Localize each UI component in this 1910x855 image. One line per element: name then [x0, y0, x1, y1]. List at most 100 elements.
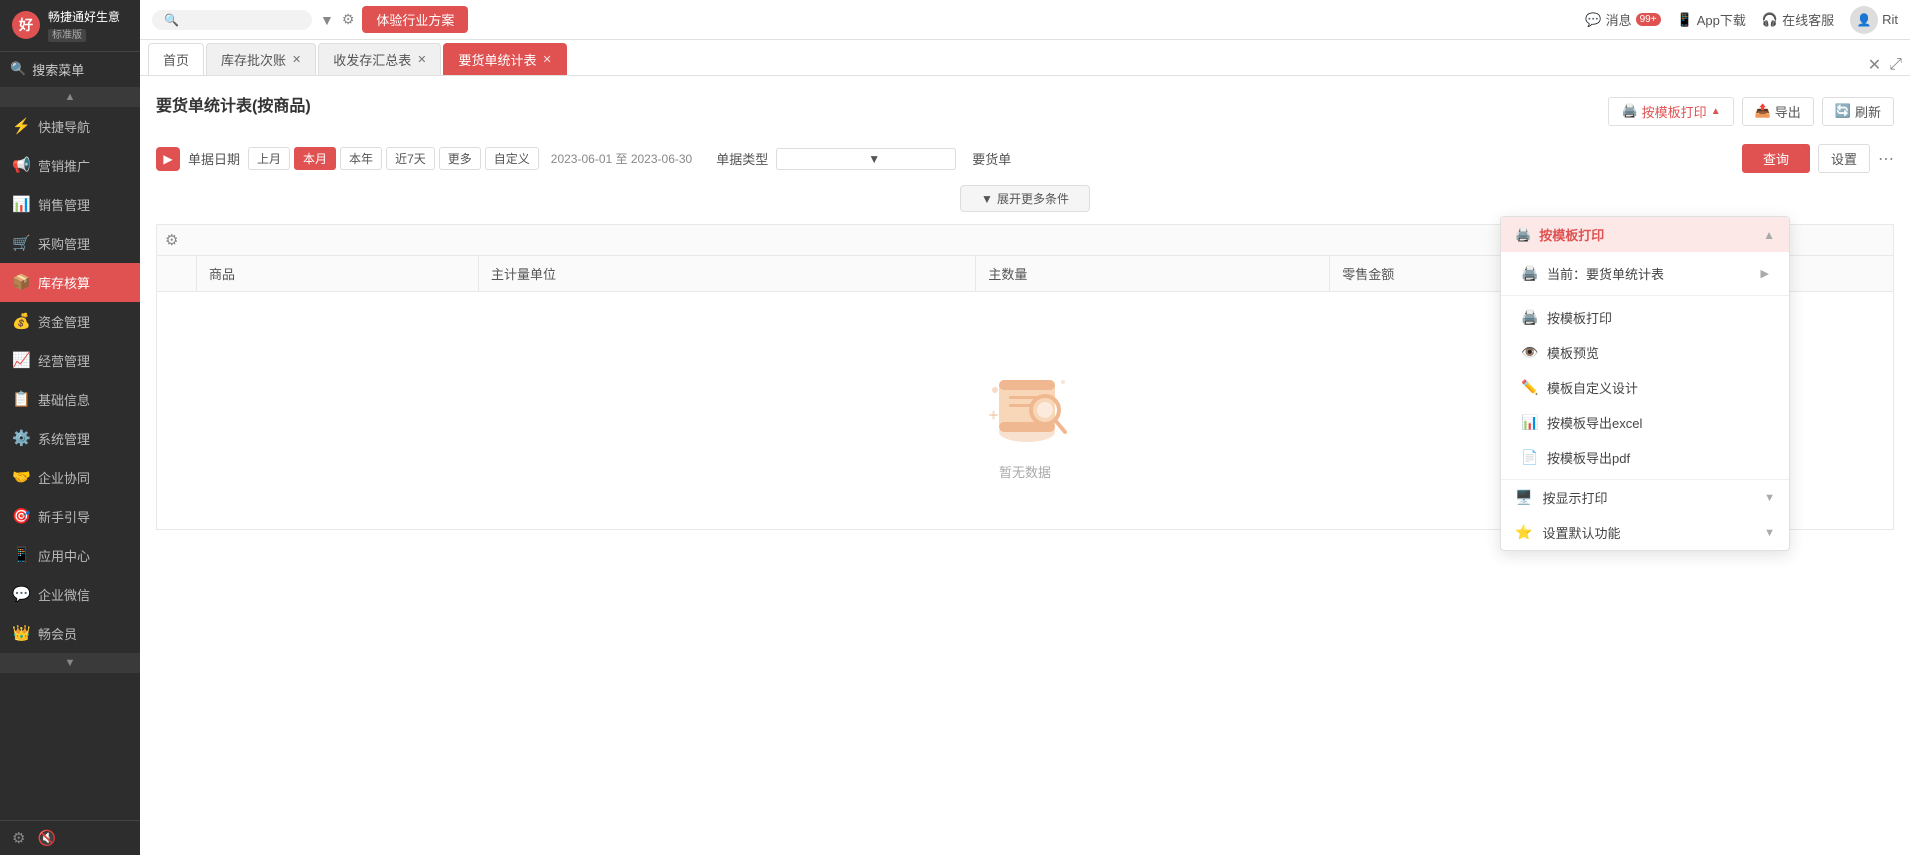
template-preview-icon: 👁️ — [1521, 344, 1537, 361]
wechat-icon: 💬 — [12, 585, 30, 603]
display-print-label: 按显示打印 — [1542, 488, 1607, 507]
app-download-item[interactable]: 📱 App下载 — [1677, 10, 1746, 29]
tab-receipt-summary[interactable]: 收发存汇总表 ✕ — [318, 43, 441, 75]
sidebar-item-label: 资金管理 — [38, 312, 90, 331]
topbar-settings-icon[interactable]: ⚙ — [342, 11, 355, 28]
sidebar-item-quick-nav[interactable]: ⚡ 快捷导航 — [0, 107, 140, 146]
main-area: 🔍 ▼ ⚙ 体验行业方案 💬 消息 99+ 📱 App下载 🎧 在线客服 — [140, 0, 1910, 855]
settings-bottom-icon[interactable]: ⚙ — [12, 829, 25, 847]
dropdown-item-label-3: 按模板导出excel — [1547, 413, 1642, 432]
tab-inventory-batch-close[interactable]: ✕ — [292, 53, 301, 66]
dropdown-current-item[interactable]: 🖨️ 当前：要货单统计表 ▶ — [1501, 256, 1789, 291]
messages-item[interactable]: 💬 消息 99+ — [1585, 10, 1660, 29]
date-btn-this-year[interactable]: 本年 — [340, 147, 382, 170]
query-btn[interactable]: 查询 — [1742, 144, 1810, 173]
dropdown-item-template-preview[interactable]: 👁️ 模板预览 — [1501, 335, 1789, 370]
mute-icon[interactable]: 🔇 — [37, 829, 56, 847]
topbar-search-box[interactable]: 🔍 — [152, 10, 312, 30]
dropdown-set-default[interactable]: ⭐ 设置默认功能 ▼ — [1501, 515, 1789, 550]
sidebar-item-finance[interactable]: 💰 资金管理 — [0, 302, 140, 341]
tab-right-controls: ✕ ⤢ — [1868, 55, 1902, 75]
filter-expand-btn[interactable]: ▶ — [156, 147, 180, 171]
app-name: 畅捷通好生意 — [48, 10, 120, 26]
set-default-arrow: ▼ — [1764, 527, 1775, 539]
display-print-icon: 🖥️ — [1515, 489, 1532, 506]
topbar-gear-icon[interactable]: ▼ — [320, 12, 334, 28]
tab-maximize-icon[interactable]: ⤢ — [1889, 56, 1902, 74]
search-icon: 🔍 — [10, 61, 26, 77]
sidebar-search[interactable]: 🔍 搜索菜单 — [0, 52, 140, 87]
column-settings-icon[interactable]: ⚙ — [165, 231, 178, 249]
expand-chevron-icon: ▼ — [981, 192, 993, 206]
dropdown-title-text: 按模板打印 — [1539, 225, 1604, 244]
dropdown-item-export-pdf[interactable]: 📄 按模板导出pdf — [1501, 440, 1789, 475]
more-options-icon[interactable]: ⋯ — [1878, 149, 1894, 169]
refresh-icon: 🔄 — [1835, 103, 1851, 119]
type-select[interactable]: ▼ — [776, 148, 956, 170]
refresh-btn[interactable]: 🔄 刷新 — [1822, 97, 1894, 126]
guide-icon: 🎯 — [12, 507, 30, 525]
date-btn-this-month[interactable]: 本月 — [294, 147, 336, 170]
tab-close-all-icon[interactable]: ✕ — [1868, 55, 1881, 75]
settings-btn[interactable]: 设置 — [1818, 144, 1870, 173]
empty-text: 暂无数据 — [999, 462, 1051, 481]
tab-order-stats[interactable]: 要货单统计表 ✕ — [443, 43, 566, 75]
dropdown-item-template-print[interactable]: 🖨️ 按模板打印 — [1501, 300, 1789, 335]
tab-receipt-summary-label: 收发存汇总表 — [333, 50, 411, 69]
th-checkbox — [157, 256, 197, 292]
sidebar-item-purchase[interactable]: 🛒 采购管理 — [0, 224, 140, 263]
sidebar-item-guide[interactable]: 🎯 新手引导 — [0, 497, 140, 536]
sidebar-item-basic[interactable]: 📋 基础信息 — [0, 380, 140, 419]
dropdown-item-template-custom[interactable]: ✏️ 模板自定义设计 — [1501, 370, 1789, 405]
basic-icon: 📋 — [12, 390, 30, 408]
topbar-right: 💬 消息 99+ 📱 App下载 🎧 在线客服 👤 Rit — [1585, 6, 1898, 34]
online-service-item[interactable]: 🎧 在线客服 — [1762, 10, 1834, 29]
date-btn-more[interactable]: 更多 — [439, 147, 481, 170]
sidebar-item-sales[interactable]: 📊 销售管理 — [0, 185, 140, 224]
marketing-icon: 📢 — [12, 156, 30, 174]
topbar: 🔍 ▼ ⚙ 体验行业方案 💬 消息 99+ 📱 App下载 🎧 在线客服 — [140, 0, 1910, 40]
date-btn-custom[interactable]: 自定义 — [485, 147, 539, 170]
sidebar-item-collab[interactable]: 🤝 企业协同 — [0, 458, 140, 497]
sidebar-item-label: 营销推广 — [38, 156, 90, 175]
tab-inventory-batch[interactable]: 库存批次账 ✕ — [206, 43, 316, 75]
dropdown-item-label-0: 按模板打印 — [1547, 308, 1612, 327]
th-unit: 主计量单位 — [478, 256, 975, 292]
print-chevron-up-icon: ▲ — [1711, 106, 1721, 117]
tab-receipt-summary-close[interactable]: ✕ — [417, 53, 426, 66]
sidebar-item-member[interactable]: 👑 畅会员 — [0, 614, 140, 653]
sidebar-item-label: 销售管理 — [38, 195, 90, 214]
topbar-left: 🔍 ▼ ⚙ 体验行业方案 — [152, 6, 468, 33]
sidebar-item-inventory[interactable]: 📦 库存核算 — [0, 263, 140, 302]
sidebar-item-label: 应用中心 — [38, 546, 90, 565]
set-default-icon: ⭐ — [1515, 524, 1532, 541]
type-filter-label: 单据类型 — [716, 149, 768, 168]
export-btn[interactable]: 📤 导出 — [1742, 97, 1814, 126]
sidebar-scroll-down[interactable]: ▼ — [0, 653, 140, 673]
sidebar-item-wechat[interactable]: 💬 企业微信 — [0, 575, 140, 614]
dropdown-display-print[interactable]: 🖥️ 按显示打印 ▼ — [1501, 480, 1789, 515]
template-print-btn[interactable]: 🖨️ 按模板打印 ▲ — [1608, 97, 1733, 126]
sidebar-item-label: 基础信息 — [38, 390, 90, 409]
dropdown-collapse-icon[interactable]: ▲ — [1763, 228, 1775, 242]
date-btn-7days[interactable]: 近7天 — [386, 147, 435, 170]
sidebar-item-appstore[interactable]: 📱 应用中心 — [0, 536, 140, 575]
tab-inventory-batch-label: 库存批次账 — [221, 50, 286, 69]
set-default-label: 设置默认功能 — [1542, 523, 1620, 542]
user-avatar-item[interactable]: 👤 Rit — [1850, 6, 1898, 34]
sidebar-item-marketing[interactable]: 📢 营销推广 — [0, 146, 140, 185]
tab-home[interactable]: 首页 — [148, 43, 204, 75]
expand-more-conditions-btn[interactable]: ▼ 展开更多条件 — [960, 185, 1090, 212]
action-bar: 🖨️ 按模板打印 ▲ 📤 导出 🔄 刷新 — [1608, 97, 1894, 126]
sidebar-item-label: 企业协同 — [38, 468, 90, 487]
app-download-icon: 📱 — [1677, 12, 1693, 28]
sidebar-scroll-up[interactable]: ▲ — [0, 87, 140, 107]
experience-btn[interactable]: 体验行业方案 — [362, 6, 468, 33]
topbar-search-icon: 🔍 — [164, 13, 179, 27]
dropdown-item-export-excel[interactable]: 📊 按模板导出excel — [1501, 405, 1789, 440]
date-btn-last-month[interactable]: 上月 — [248, 147, 290, 170]
tab-order-stats-close[interactable]: ✕ — [543, 53, 552, 66]
export-label: 导出 — [1775, 102, 1801, 121]
sidebar-item-operations[interactable]: 📈 经营管理 — [0, 341, 140, 380]
sidebar-item-system[interactable]: ⚙️ 系统管理 — [0, 419, 140, 458]
